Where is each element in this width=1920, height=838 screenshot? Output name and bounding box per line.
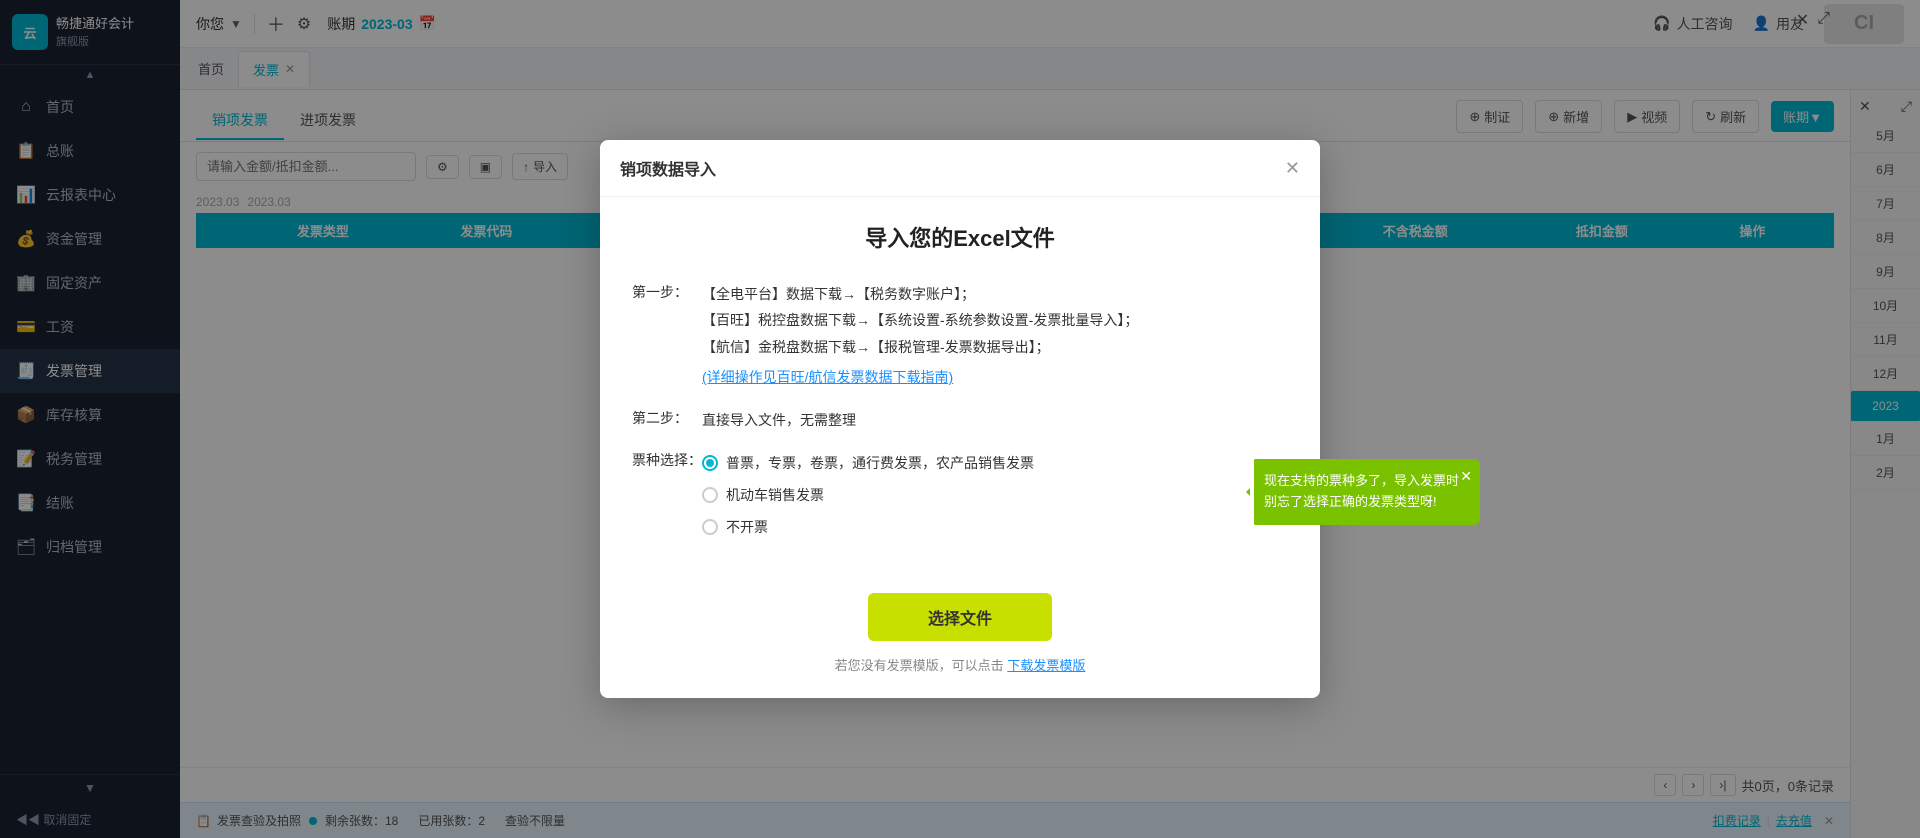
tooltip-close-btn[interactable]: ✕ (1460, 465, 1472, 487)
modal: 销项数据导入 ✕ 导入您的Excel文件 第一步： 【全电平台】数据下载→【税务… (600, 140, 1320, 699)
modal-header: 销项数据导入 ✕ (600, 140, 1320, 197)
step1-label: 第一步： (632, 281, 702, 391)
modal-footer-note: 若您没有发票模版，可以点击 下载发票模版 (632, 655, 1288, 674)
step1-content: 【全电平台】数据下载→【税务数字账户】； 【百旺】税控盘数据下载→【系统设置-系… (702, 281, 1288, 391)
radio-motor-circle (702, 487, 718, 503)
modal-title: 销项数据导入 (620, 156, 716, 180)
tooltip-popup: ✕ 现在支持的票种多了，导入发票时别忘了选择正确的发票类型呀! (1250, 459, 1480, 525)
radio-normal[interactable]: 普票，专票，卷票，通行费发票，农产品销售发票 (702, 453, 1034, 473)
radio-normal-circle (702, 455, 718, 471)
modal-main-title: 导入您的Excel文件 (632, 221, 1288, 253)
radio-motor[interactable]: 机动车销售发票 (702, 485, 1034, 505)
step1-line-2: 【百旺】税控盘数据下载→【系统设置-系统参数设置-发票批量导入】； (702, 307, 1288, 334)
modal-overlay: 销项数据导入 ✕ 导入您的Excel文件 第一步： 【全电平台】数据下载→【税务… (0, 0, 1920, 838)
step1-line-3: 【航信】金税盘数据下载→【报税管理-发票数据导出】； (702, 334, 1288, 361)
step1-line-1: 【全电平台】数据下载→【税务数字账户】； (702, 281, 1288, 308)
select-file-btn[interactable]: 选择文件 (868, 593, 1052, 641)
step2-row: 第二步： 直接导入文件，无需整理 (632, 407, 1288, 434)
step1-row: 第一步： 【全电平台】数据下载→【税务数字账户】； 【百旺】税控盘数据下载→【系… (632, 281, 1288, 391)
radio-row: 票种选择： 普票，专票，卷票，通行费发票，农产品销售发票 机动车销售发票 (632, 449, 1288, 537)
step2-label: 第二步： (632, 407, 702, 434)
modal-close-btn[interactable]: ✕ (1285, 159, 1300, 177)
step2-content: 直接导入文件，无需整理 (702, 407, 1288, 434)
step1-guide-link[interactable]: (详细操作见百旺/航信发票数据下载指南) (702, 369, 953, 385)
radio-none[interactable]: 不开票 (702, 517, 1034, 537)
modal-footer: 选择文件 若您没有发票模版，可以点击 下载发票模版 (600, 577, 1320, 698)
tooltip-text: 现在支持的票种多了，导入发票时别忘了选择正确的发票类型呀! (1264, 473, 1459, 509)
radio-group: 普票，专票，卷票，通行费发票，农产品销售发票 机动车销售发票 不开票 (702, 453, 1034, 537)
modal-body: 导入您的Excel文件 第一步： 【全电平台】数据下载→【税务数字账户】； 【百… (600, 197, 1320, 578)
download-template-link[interactable]: 下载发票模版 (1007, 658, 1085, 673)
tooltip-bar (1250, 459, 1254, 525)
radio-none-circle (702, 519, 718, 535)
radio-label: 票种选择： (632, 449, 702, 537)
